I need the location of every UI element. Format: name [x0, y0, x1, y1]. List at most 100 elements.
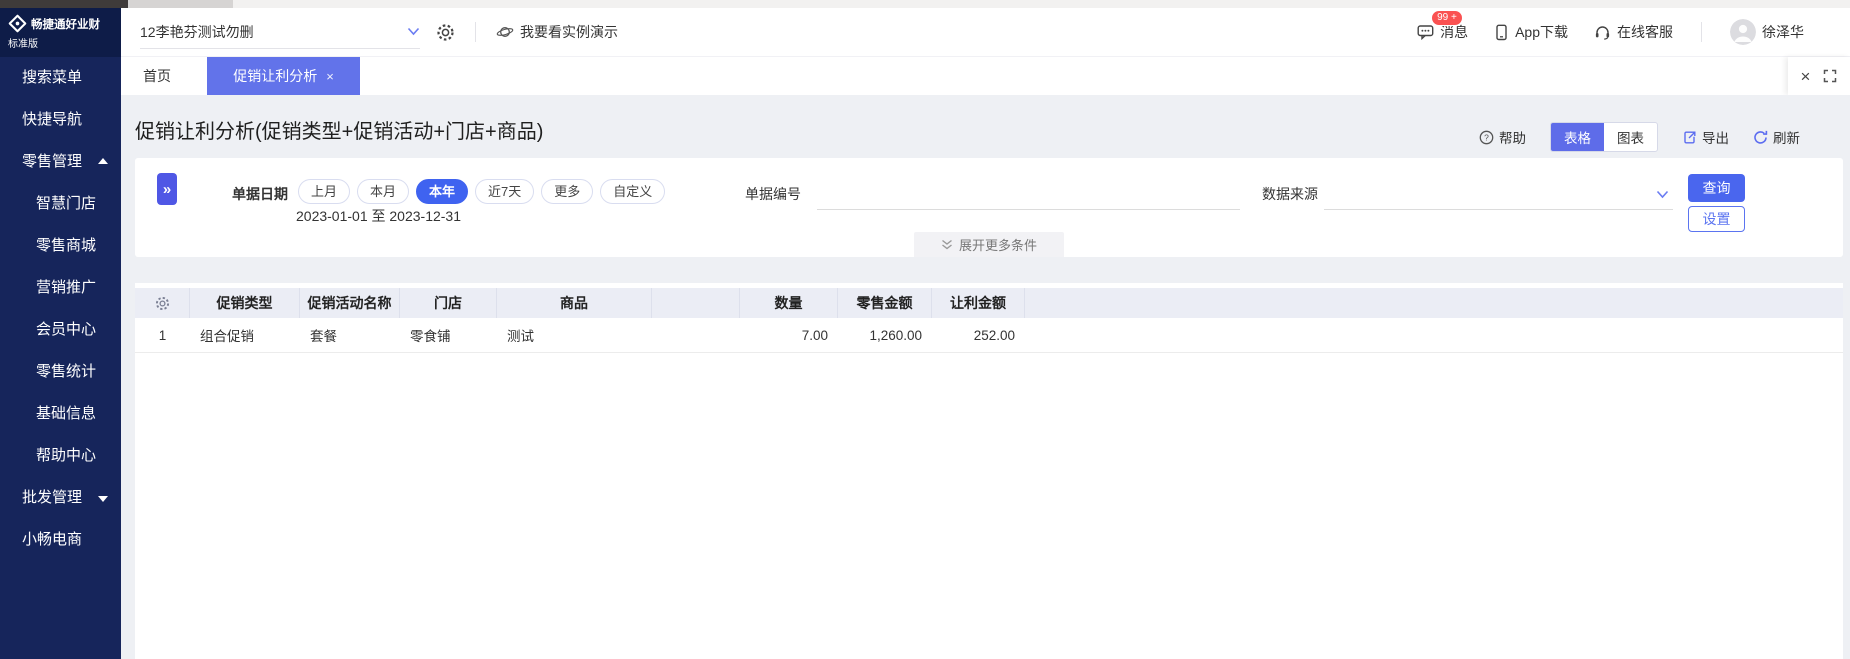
collapse-filter-button[interactable]: » [157, 173, 177, 205]
chevron-down-icon [407, 27, 420, 36]
cell-qty: 7.00 [801, 327, 828, 343]
date-option-更多[interactable]: 更多 [541, 179, 594, 204]
svg-text:?: ? [1484, 132, 1489, 142]
sidebar-item-营销推广[interactable]: 营销推广 [0, 267, 121, 309]
sidebar-item-零售商城[interactable]: 零售商城 [0, 225, 121, 267]
account-selector[interactable]: 12李艳芬测试勿删 [140, 15, 420, 49]
date-option-本年[interactable]: 本年 [416, 179, 469, 204]
account-selector-value: 12李艳芬测试勿删 [140, 23, 254, 40]
refresh-label: 刷新 [1773, 131, 1800, 146]
table-columns-gear-icon[interactable] [135, 288, 190, 318]
headset-icon [1594, 24, 1611, 41]
help-label: 帮助 [1499, 131, 1526, 146]
table-header-数量: 数量 [740, 288, 838, 318]
date-filter-label: 单据日期 [232, 186, 288, 202]
cell-filler [1025, 318, 1843, 352]
planet-icon [496, 24, 514, 40]
sidebar-item-label: 小畅电商 [22, 531, 83, 548]
help-circle-icon: ? [1479, 130, 1494, 145]
sidebar-item-label: 零售商城 [36, 237, 97, 254]
sidebar-item-智慧门店[interactable]: 智慧门店 [0, 183, 121, 225]
table-header-让利金额: 让利金额 [932, 288, 1025, 318]
table-header-零售金额: 零售金额 [838, 288, 932, 318]
date-pill-group: 上月 本月 本年 近7天 更多 自定义 [298, 179, 666, 204]
sidebar-item-label: 搜索菜单 [22, 69, 83, 86]
expand-more-filters-button[interactable]: 展开更多条件 [914, 232, 1064, 257]
filter-panel: » 单据日期 上月 本月 本年 近7天 更多 自定义 2023-01-01 至 2023-… [135, 158, 1843, 257]
app-root: 畅捷通好业财 标准版 搜索菜单 快捷导航 零售管理 智慧门店 零售商城 营销推广 会员中心零… [0, 0, 1850, 659]
demo-link-label: 我要看实例演示 [520, 24, 618, 40]
sidebar-item-帮助中心[interactable]: 帮助中心 [0, 435, 121, 477]
double-chevron-down-icon [941, 239, 953, 251]
table-view-button[interactable]: 表格 [1551, 123, 1604, 151]
cell-promo-type: 组合促销 [200, 329, 254, 344]
cell-spacer [652, 318, 740, 352]
sidebar-item-label: 批发管理 [22, 489, 83, 506]
data-source-select[interactable] [1324, 180, 1673, 210]
support-label: 在线客服 [1617, 24, 1673, 40]
phone-icon [1494, 24, 1509, 41]
sidebar-item-零售统计[interactable]: 零售统计 [0, 351, 121, 393]
sidebar-item-label: 零售管理 [22, 153, 83, 170]
tab-promo-analysis[interactable]: 促销让利分析 × [207, 57, 360, 95]
messages-button[interactable]: 99 + 消息 [1417, 10, 1468, 42]
data-table: 促销类型 促销活动名称 门店 商品 数量 零售金额 让利金额 1 组合促销 套餐 零食铺 测试 7.00… [135, 288, 1843, 353]
view-toggle: 表格 图表 [1550, 122, 1658, 152]
topbar: 12李艳芬测试勿删 我要看实例演示 99 + 消息 App下载 在线客服 徐泽华 [121, 8, 1850, 57]
refresh-icon [1753, 130, 1768, 145]
divider [475, 22, 476, 42]
export-icon [1682, 130, 1697, 145]
table-header-spacer [652, 288, 740, 318]
query-button[interactable]: 查询 [1688, 174, 1745, 202]
help-button[interactable]: ? 帮助 [1479, 127, 1526, 147]
sidebar: 畅捷通好业财 标准版 搜索菜单快捷导航零售管理智慧门店零售商城营销推广会员中心零… [0, 8, 121, 659]
tab-home[interactable]: 首页 [121, 57, 193, 95]
app-download-button[interactable]: App下载 [1494, 22, 1568, 42]
sidebar-item-小畅电商[interactable]: 小畅电商 [0, 519, 121, 561]
row-index: 1 [158, 327, 167, 343]
sidebar-item-搜索菜单[interactable]: 搜索菜单 [0, 57, 121, 99]
table-header-门店: 门店 [400, 288, 497, 318]
logo-block: 畅捷通好业财 标准版 [0, 8, 121, 57]
app-download-label: App下载 [1515, 24, 1568, 40]
doc-number-field [817, 180, 1240, 210]
sidebar-item-label: 零售统计 [36, 363, 97, 380]
fullscreen-icon[interactable] [1823, 69, 1837, 83]
sidebar-item-批发管理[interactable]: 批发管理 [0, 477, 121, 519]
chevron-down-icon [1656, 190, 1669, 199]
tab-close-icon[interactable]: × [326, 69, 334, 84]
date-option-近7天[interactable]: 近7天 [475, 179, 535, 204]
sidebar-item-会员中心[interactable]: 会员中心 [0, 309, 121, 351]
page-toolbar: ? 帮助 表格 图表 导出 刷新 [1479, 122, 1800, 152]
sidebar-item-label: 智慧门店 [36, 195, 97, 212]
sidebar-item-label: 帮助中心 [36, 447, 97, 464]
chart-view-button[interactable]: 图表 [1604, 123, 1657, 151]
sidebar-item-label: 营销推广 [36, 279, 97, 296]
refresh-button[interactable]: 刷新 [1753, 127, 1800, 147]
sidebar-item-基础信息[interactable]: 基础信息 [0, 393, 121, 435]
user-menu[interactable]: 徐泽华 [1730, 19, 1804, 45]
demo-link[interactable]: 我要看实例演示 [496, 22, 618, 42]
table-header-row: 促销类型 促销活动名称 门店 商品 数量 零售金额 让利金额 [135, 288, 1843, 318]
messages-badge: 99 + [1431, 10, 1463, 26]
gear-icon[interactable] [436, 23, 455, 42]
settings-button[interactable]: 设置 [1688, 206, 1745, 232]
tab-active-label: 促销让利分析 [233, 68, 318, 84]
date-range-value: 2023-01-01 至 2023-12-31 [296, 208, 462, 224]
date-option-本月[interactable]: 本月 [357, 179, 410, 204]
doc-number-input[interactable] [817, 180, 1240, 209]
sidebar-item-label: 快捷导航 [22, 111, 83, 128]
tab-bar: 首页 促销让利分析 × × [121, 57, 1850, 95]
date-option-自定义[interactable]: 自定义 [600, 179, 666, 204]
close-icon[interactable]: × [1801, 68, 1811, 85]
table-row[interactable]: 1 组合促销 套餐 零食铺 测试 7.00 1,260.00 252.00 [135, 318, 1843, 353]
sidebar-item-快捷导航[interactable]: 快捷导航 [0, 99, 121, 141]
support-button[interactable]: 在线客服 [1594, 22, 1673, 42]
sidebar-item-零售管理[interactable]: 零售管理 [0, 141, 121, 183]
date-option-上月[interactable]: 上月 [298, 179, 351, 204]
export-button[interactable]: 导出 [1682, 127, 1729, 147]
tab-home-label: 首页 [143, 68, 171, 84]
data-source-label: 数据来源 [1262, 186, 1318, 202]
divider [1701, 22, 1702, 42]
table-header-促销活动名称: 促销活动名称 [300, 288, 400, 318]
